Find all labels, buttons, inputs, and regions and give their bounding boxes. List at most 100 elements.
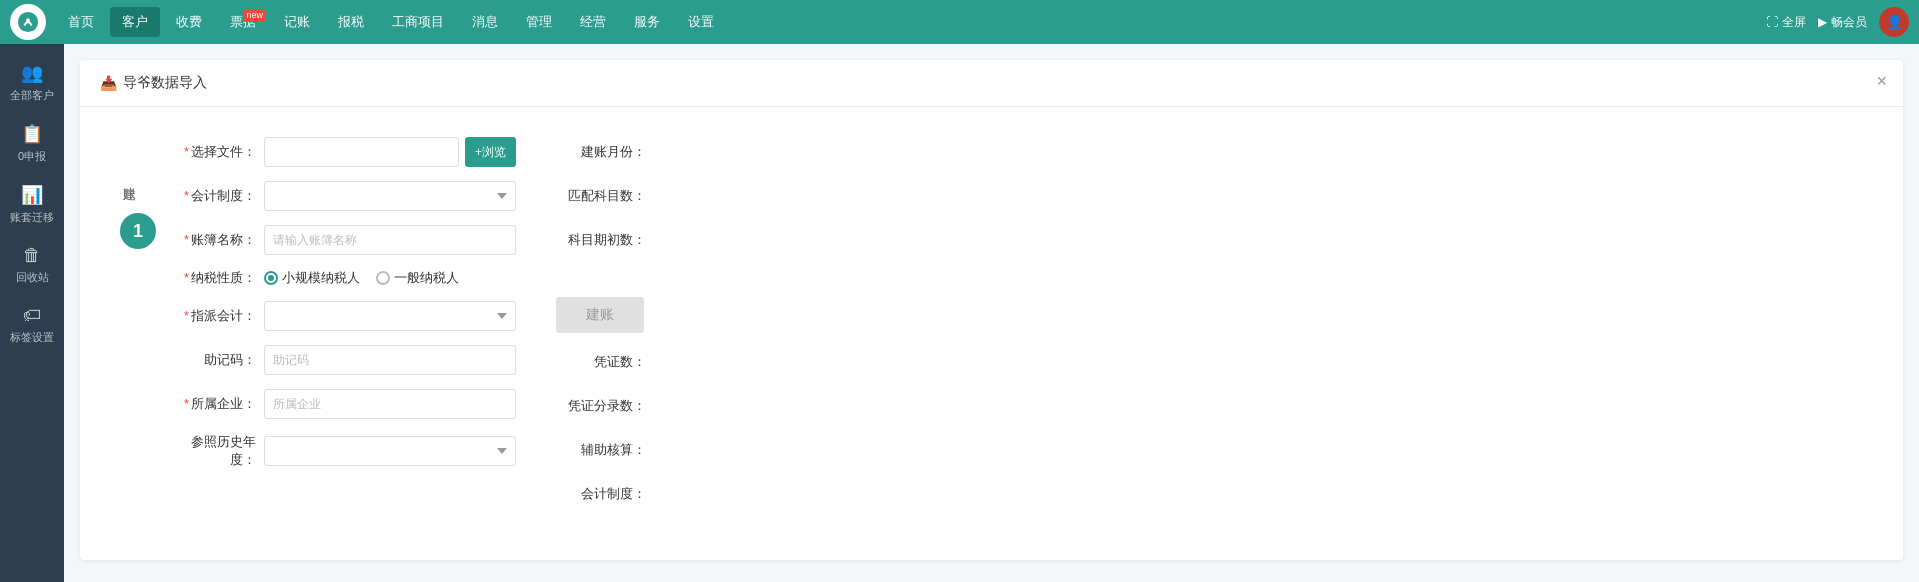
form-left: 建账 1 *选择文件： +浏览 (120, 137, 516, 509)
aux-accounting-label: 辅助核算： (556, 441, 646, 459)
nav-invoice[interactable]: 票据 new (218, 7, 268, 37)
sidebar-item-declaration[interactable]: 📋 0申报 (4, 115, 60, 172)
nav-home[interactable]: 首页 (56, 7, 106, 37)
trash-icon: 🗑 (23, 245, 41, 266)
voucher-entries-label: 凭证分录数： (556, 397, 646, 415)
radio-dot-small (264, 271, 278, 285)
fullscreen-btn[interactable]: ⛶ 全屏 (1766, 14, 1806, 31)
nav-service[interactable]: 服务 (622, 7, 672, 37)
form-fields: *选择文件： +浏览 *会计制度： (176, 137, 516, 469)
tags-icon: 🏷 (23, 305, 41, 326)
nav-tax[interactable]: 报税 (326, 7, 376, 37)
layout: 👥 全部客户 📋 0申报 📊 账套迁移 🗑 回收站 🏷 标签设置 📥 导爷数据导… (0, 44, 1919, 582)
history-year-select[interactable] (264, 436, 516, 466)
accountant-label: *指派会计： (176, 307, 256, 325)
sidebar-item-migration[interactable]: 📊 账套迁移 (4, 176, 60, 233)
accountant-select[interactable] (264, 301, 516, 331)
accounting-system-label: *会计制度： (176, 187, 256, 205)
company-label: *所属企业： (176, 395, 256, 413)
nav-items: 首页 客户 收费 票据 new 记账 报税 工商项目 消息 管理 经营 服务 设… (56, 7, 1766, 37)
logo[interactable] (10, 4, 46, 40)
voucher-count-label: 凭证数： (556, 353, 646, 371)
build-button[interactable]: 建账 (556, 297, 644, 333)
nav-operation[interactable]: 经营 (568, 7, 618, 37)
tax-type-row: *纳税性质： 小规模纳税人 一般纳税人 (176, 269, 516, 287)
sidebar: 👥 全部客户 📋 0申报 📊 账套迁移 🗑 回收站 🏷 标签设置 (0, 44, 64, 582)
build-month-row: 建账月份： (556, 137, 816, 167)
nav-business[interactable]: 工商项目 (380, 7, 456, 37)
file-input-box[interactable] (264, 137, 459, 167)
panel-header-icon: 📥 (100, 75, 117, 91)
ledger-name-input[interactable] (264, 225, 516, 255)
step-badge: 1 (120, 213, 156, 249)
customers-icon: 👥 (21, 62, 43, 84)
form-right: 建账月份： 匹配科目数： 科目期初数： 建账 (556, 137, 816, 509)
nav-charge[interactable]: 收费 (164, 7, 214, 37)
sidebar-label-tags: 标签设置 (10, 330, 54, 345)
accounting-system-row: *会计制度： (176, 181, 516, 211)
form-area: 建账 1 *选择文件： +浏览 (80, 107, 1903, 539)
sidebar-item-all-customers[interactable]: 👥 全部客户 (4, 54, 60, 111)
sidebar-label-declaration: 0申报 (18, 149, 46, 164)
page-panel: 📥 导爷数据导入 × 建账 1 *选择文件： (80, 60, 1903, 560)
fullscreen-icon: ⛶ (1766, 15, 1778, 29)
nav-bookkeeping[interactable]: 记账 (272, 7, 322, 37)
close-button[interactable]: × (1876, 72, 1887, 90)
match-subjects-label: 匹配科目数： (556, 187, 646, 205)
ledger-name-row: *账簿名称： (176, 225, 516, 255)
sidebar-label-trash: 回收站 (16, 270, 49, 285)
fullscreen-label: 全屏 (1782, 14, 1806, 31)
history-year-label: 参照历史年度： (176, 433, 256, 469)
accountant-row: *指派会计： (176, 301, 516, 331)
file-label: *选择文件： (176, 143, 256, 161)
sidebar-item-tags[interactable]: 🏷 标签设置 (4, 297, 60, 353)
memo-input[interactable] (264, 345, 516, 375)
radio-dot-general (376, 271, 390, 285)
tax-type-radio-group: 小规模纳税人 一般纳税人 (264, 269, 516, 287)
tax-type-label: *纳税性质： (176, 269, 256, 287)
nav-message[interactable]: 消息 (460, 7, 510, 37)
file-row: *选择文件： +浏览 (176, 137, 516, 167)
avatar[interactable]: 👤 (1879, 7, 1909, 37)
sidebar-label-migration: 账套迁移 (10, 210, 54, 225)
match-subjects-row: 匹配科目数： (556, 181, 816, 211)
memo-row: 助记码： (176, 345, 516, 375)
browse-button[interactable]: +浏览 (465, 137, 516, 167)
new-badge: new (243, 9, 266, 22)
build-month-label: 建账月份： (556, 143, 646, 161)
migration-icon: 📊 (21, 184, 43, 206)
panel-title: 导爷数据导入 (123, 74, 207, 92)
accounting-system-select[interactable] (264, 181, 516, 211)
initial-subjects-row: 科目期初数： (556, 225, 816, 255)
panel-header: 📥 导爷数据导入 × (80, 60, 1903, 107)
radio-small-scale[interactable]: 小规模纳税人 (264, 269, 360, 287)
svg-point-1 (26, 18, 30, 22)
initial-subjects-label: 科目期初数： (556, 231, 646, 249)
memo-label: 助记码： (176, 351, 256, 369)
main-content: 📥 导爷数据导入 × 建账 1 *选择文件： (64, 44, 1919, 582)
company-row: *所属企业： (176, 389, 516, 419)
nav-right: ⛶ 全屏 ▶ 畅会员 👤 (1766, 7, 1909, 37)
ledger-name-label: *账簿名称： (176, 231, 256, 249)
file-input-group: +浏览 (264, 137, 516, 167)
play-icon: ▶ (1818, 15, 1827, 29)
nav-management[interactable]: 管理 (514, 7, 564, 37)
aux-accounting-row: 辅助核算： (556, 435, 816, 465)
avatar-icon: 👤 (1886, 14, 1903, 30)
member-label: 畅会员 (1831, 14, 1867, 31)
declaration-icon: 📋 (21, 123, 43, 145)
member-btn[interactable]: ▶ 畅会员 (1818, 14, 1867, 31)
voucher-entries-row: 凭证分录数： (556, 391, 816, 421)
voucher-count-row: 凭证数： (556, 347, 816, 377)
company-input[interactable] (264, 389, 516, 419)
sidebar-label-customers: 全部客户 (10, 88, 54, 103)
history-year-row: 参照历史年度： (176, 433, 516, 469)
sidebar-item-trash[interactable]: 🗑 回收站 (4, 237, 60, 293)
nav-settings[interactable]: 设置 (676, 7, 726, 37)
radio-general[interactable]: 一般纳税人 (376, 269, 459, 287)
right-accounting-system-row: 会计制度： (556, 479, 816, 509)
right-accounting-system-label: 会计制度： (556, 485, 646, 503)
file-required: * (184, 144, 189, 159)
top-nav: 首页 客户 收费 票据 new 记账 报税 工商项目 消息 管理 经营 服务 设… (0, 0, 1919, 44)
nav-customer[interactable]: 客户 (110, 7, 160, 37)
